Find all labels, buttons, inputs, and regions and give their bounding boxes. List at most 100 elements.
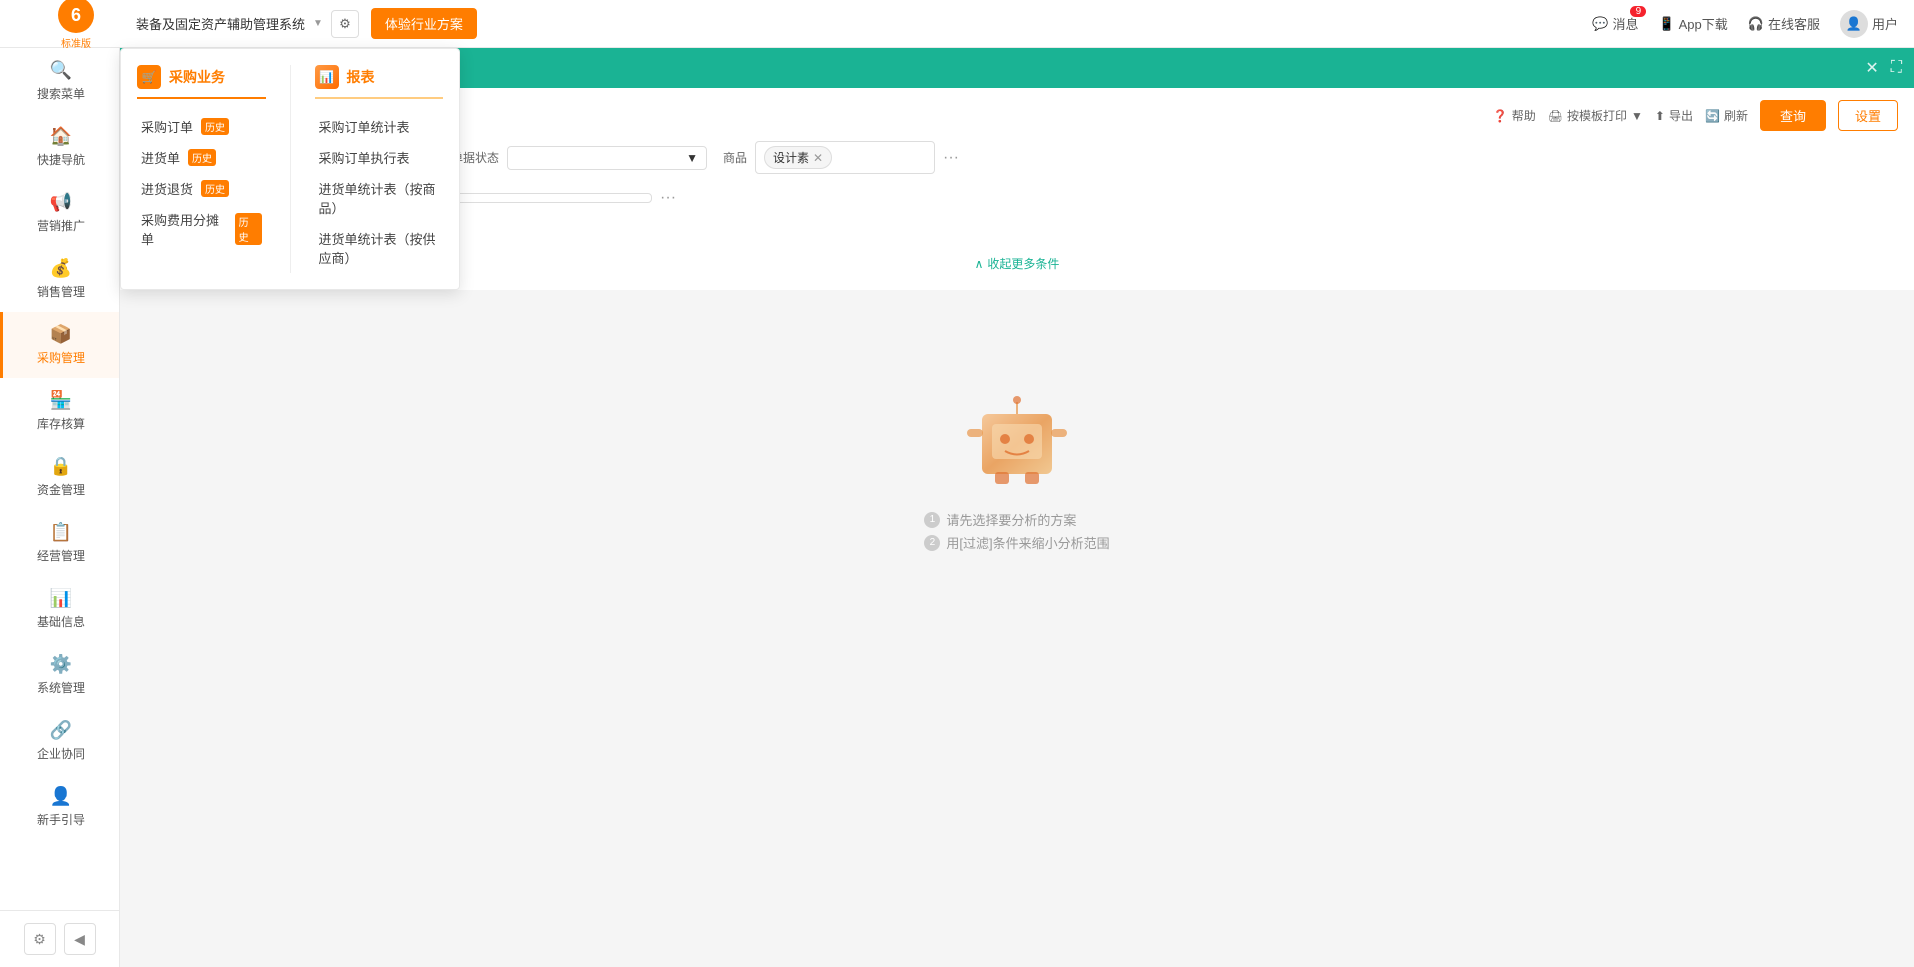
purchase-order-label: 采购订单 [141, 117, 193, 136]
home-icon: 🏠 [50, 126, 72, 147]
sidebar-label-finance: 资金管理 [37, 481, 85, 498]
megaphone-icon: 📢 [50, 192, 72, 213]
goods-tag-close[interactable]: ✕ [813, 151, 823, 165]
goods-return-item[interactable]: 进货退货 历史 [137, 173, 266, 204]
print-dropdown-icon: ▼ [1631, 109, 1643, 123]
purchase-order-item[interactable]: 采购订单 历史 [137, 111, 266, 142]
refresh-btn[interactable]: 🔄 刷新 [1705, 107, 1748, 124]
goods-more-btn[interactable]: ··· [943, 149, 959, 167]
purchase-business-col: 🛒 采购业务 采购订单 历史 进货单 历史 进货退货 历史 [137, 65, 266, 273]
collapse-chevron-icon: ∧ [975, 257, 984, 271]
collapse-label: 收起更多条件 [987, 255, 1059, 272]
sidebar-item-search[interactable]: 🔍 搜索菜单 [0, 48, 119, 114]
help-icon: ❓ [1493, 109, 1508, 123]
voucher-dropdown-icon: ▼ [686, 151, 698, 165]
goods-label: 商品 [723, 149, 747, 166]
sidebar-label-guide: 新手引导 [37, 811, 85, 828]
voucher-status-filter: 单据状态 ▼ [451, 146, 707, 170]
report-col-icon: 📊 [315, 65, 339, 89]
system-dropdown-arrow: ▼ [313, 18, 323, 29]
history-tag-4: 历史 [235, 213, 262, 245]
avatar: 👤 [1840, 10, 1868, 38]
user-icon: 👤 [50, 786, 72, 807]
topbar-right: 💬 消息 9 📱 App下载 🎧 在线客服 👤 用户 [1592, 10, 1898, 38]
step2-text: 用[过滤]条件来缩小分析范围 [946, 533, 1109, 552]
settings-gear-btn[interactable]: ⚙ [331, 10, 359, 38]
phone-icon: 📱 [1658, 16, 1674, 32]
salesman-select[interactable] [452, 193, 652, 203]
purchase-order-exec-label: 采购订单执行表 [319, 148, 410, 167]
sidebar-item-operations[interactable]: 📋 经营管理 [0, 510, 119, 576]
money-icon: 💰 [50, 258, 72, 279]
message-icon: 💬 [1592, 16, 1608, 32]
goods-tag: 设计素 ✕ [764, 146, 832, 169]
clipboard-icon: 📋 [50, 522, 72, 543]
box-icon: 📦 [50, 324, 72, 345]
lock-icon: 🔒 [50, 456, 72, 477]
goods-filter: 商品 设计素 ✕ ··· [723, 141, 959, 174]
system-selector[interactable]: 装备及固定资产辅助管理系统 ▼ [136, 14, 323, 33]
sidebar-bottom: ⚙ ◀ [0, 910, 119, 967]
voucher-status-select[interactable]: ▼ [507, 146, 707, 170]
store-icon: 🏪 [50, 390, 72, 411]
sidebar-item-sales[interactable]: 💰 销售管理 [0, 246, 119, 312]
messages-btn[interactable]: 💬 消息 9 [1592, 14, 1638, 33]
sidebar-item-finance[interactable]: 🔒 资金管理 [0, 444, 119, 510]
history-tag-3: 历史 [201, 180, 229, 197]
fullscreen-btn[interactable]: ⛶ [1891, 59, 1902, 77]
goods-receipt-item[interactable]: 进货单 历史 [137, 142, 266, 173]
export-btn[interactable]: ⬆ 导出 [1655, 107, 1693, 124]
sidebar-label-search: 搜索菜单 [37, 85, 85, 102]
sidebar-item-system[interactable]: ⚙️ 系统管理 [0, 642, 119, 708]
sidebar-item-enterprise[interactable]: 🔗 企业协同 [0, 708, 119, 774]
sidebar-label-system: 系统管理 [37, 679, 85, 696]
purchase-expense-label: 采购费用分摊单 [141, 210, 227, 248]
purchase-order-stats-item[interactable]: 采购订单统计表 [315, 111, 444, 142]
step1-num: 1 [924, 512, 940, 528]
goods-stats-supplier-label: 进货单统计表（按供应商） [319, 229, 440, 267]
query-btn[interactable]: 查询 [1760, 100, 1826, 131]
sidebar-label-sales: 销售管理 [37, 283, 85, 300]
search-icon: 🔍 [50, 60, 72, 81]
goods-return-label: 进货退货 [141, 179, 193, 198]
purchase-col-label: 采购业务 [169, 67, 225, 87]
sidebar-item-guide[interactable]: 👤 新手引导 [0, 774, 119, 840]
sidebar-item-purchase[interactable]: 📦 采购管理 [0, 312, 119, 378]
print-label: 按模板打印 [1567, 107, 1627, 124]
sidebar-item-quick[interactable]: 🏠 快捷导航 [0, 114, 119, 180]
goods-select[interactable]: 设计素 ✕ [755, 141, 935, 174]
sidebar-label-enterprise: 企业协同 [37, 745, 85, 762]
export-icon: ⬆ [1655, 109, 1665, 123]
settings-btn[interactable]: ⚙ [24, 923, 56, 955]
app-download-btn[interactable]: 📱 App下载 [1658, 14, 1727, 33]
salesman-more-btn[interactable]: ··· [660, 189, 676, 207]
system-name: 装备及固定资产辅助管理系统 [136, 14, 305, 33]
gear-icon: ⚙️ [50, 654, 72, 675]
sidebar-label-operations: 经营管理 [37, 547, 85, 564]
report-col-label: 报表 [347, 67, 375, 87]
tab-bar-actions: ✕ ⛶ [1865, 48, 1914, 88]
link-icon: 🔗 [50, 720, 72, 741]
purchase-order-exec-item[interactable]: 采购订单执行表 [315, 142, 444, 173]
online-service-btn[interactable]: 🎧 在线客服 [1748, 14, 1820, 33]
sidebar-item-inventory[interactable]: 🏪 库存核算 [0, 378, 119, 444]
industry-solution-btn[interactable]: 体验行业方案 [371, 8, 477, 39]
sidebar-item-marketing[interactable]: 📢 营销推广 [0, 180, 119, 246]
goods-stats-product-item[interactable]: 进货单统计表（按商品） [315, 173, 444, 223]
sidebar-item-basic[interactable]: 📊 基础信息 [0, 576, 119, 642]
close-window-btn[interactable]: ✕ [1865, 58, 1878, 78]
purchase-expense-item[interactable]: 采购费用分摊单 历史 [137, 204, 266, 254]
purchase-dropdown-menu: 🛒 采购业务 采购订单 历史 进货单 历史 进货退货 历史 [120, 48, 460, 290]
main-layout: 🔍 搜索菜单 🏠 快捷导航 📢 营销推广 💰 销售管理 📦 采购管理 🏪 库存核… [0, 48, 1914, 967]
topbar: 6 标准版 装备及固定资产辅助管理系统 ▼ ⚙ 体验行业方案 💬 消息 9 📱 … [0, 0, 1914, 48]
goods-stats-supplier-item[interactable]: 进货单统计表（按供应商） [315, 223, 444, 273]
purchase-col-title: 🛒 采购业务 [137, 65, 266, 99]
user-profile-btn[interactable]: 👤 用户 [1840, 10, 1898, 38]
logo-icon: 6 [58, 0, 94, 33]
settings-btn-query[interactable]: 设置 [1838, 100, 1898, 131]
help-btn[interactable]: ❓ 帮助 [1493, 107, 1536, 124]
collapse-sidebar-btn[interactable]: ◀ [64, 923, 96, 955]
app-label: App下载 [1679, 14, 1728, 33]
print-icon: 🖨 [1548, 109, 1563, 123]
print-btn[interactable]: 🖨 按模板打印 ▼ [1548, 107, 1643, 124]
